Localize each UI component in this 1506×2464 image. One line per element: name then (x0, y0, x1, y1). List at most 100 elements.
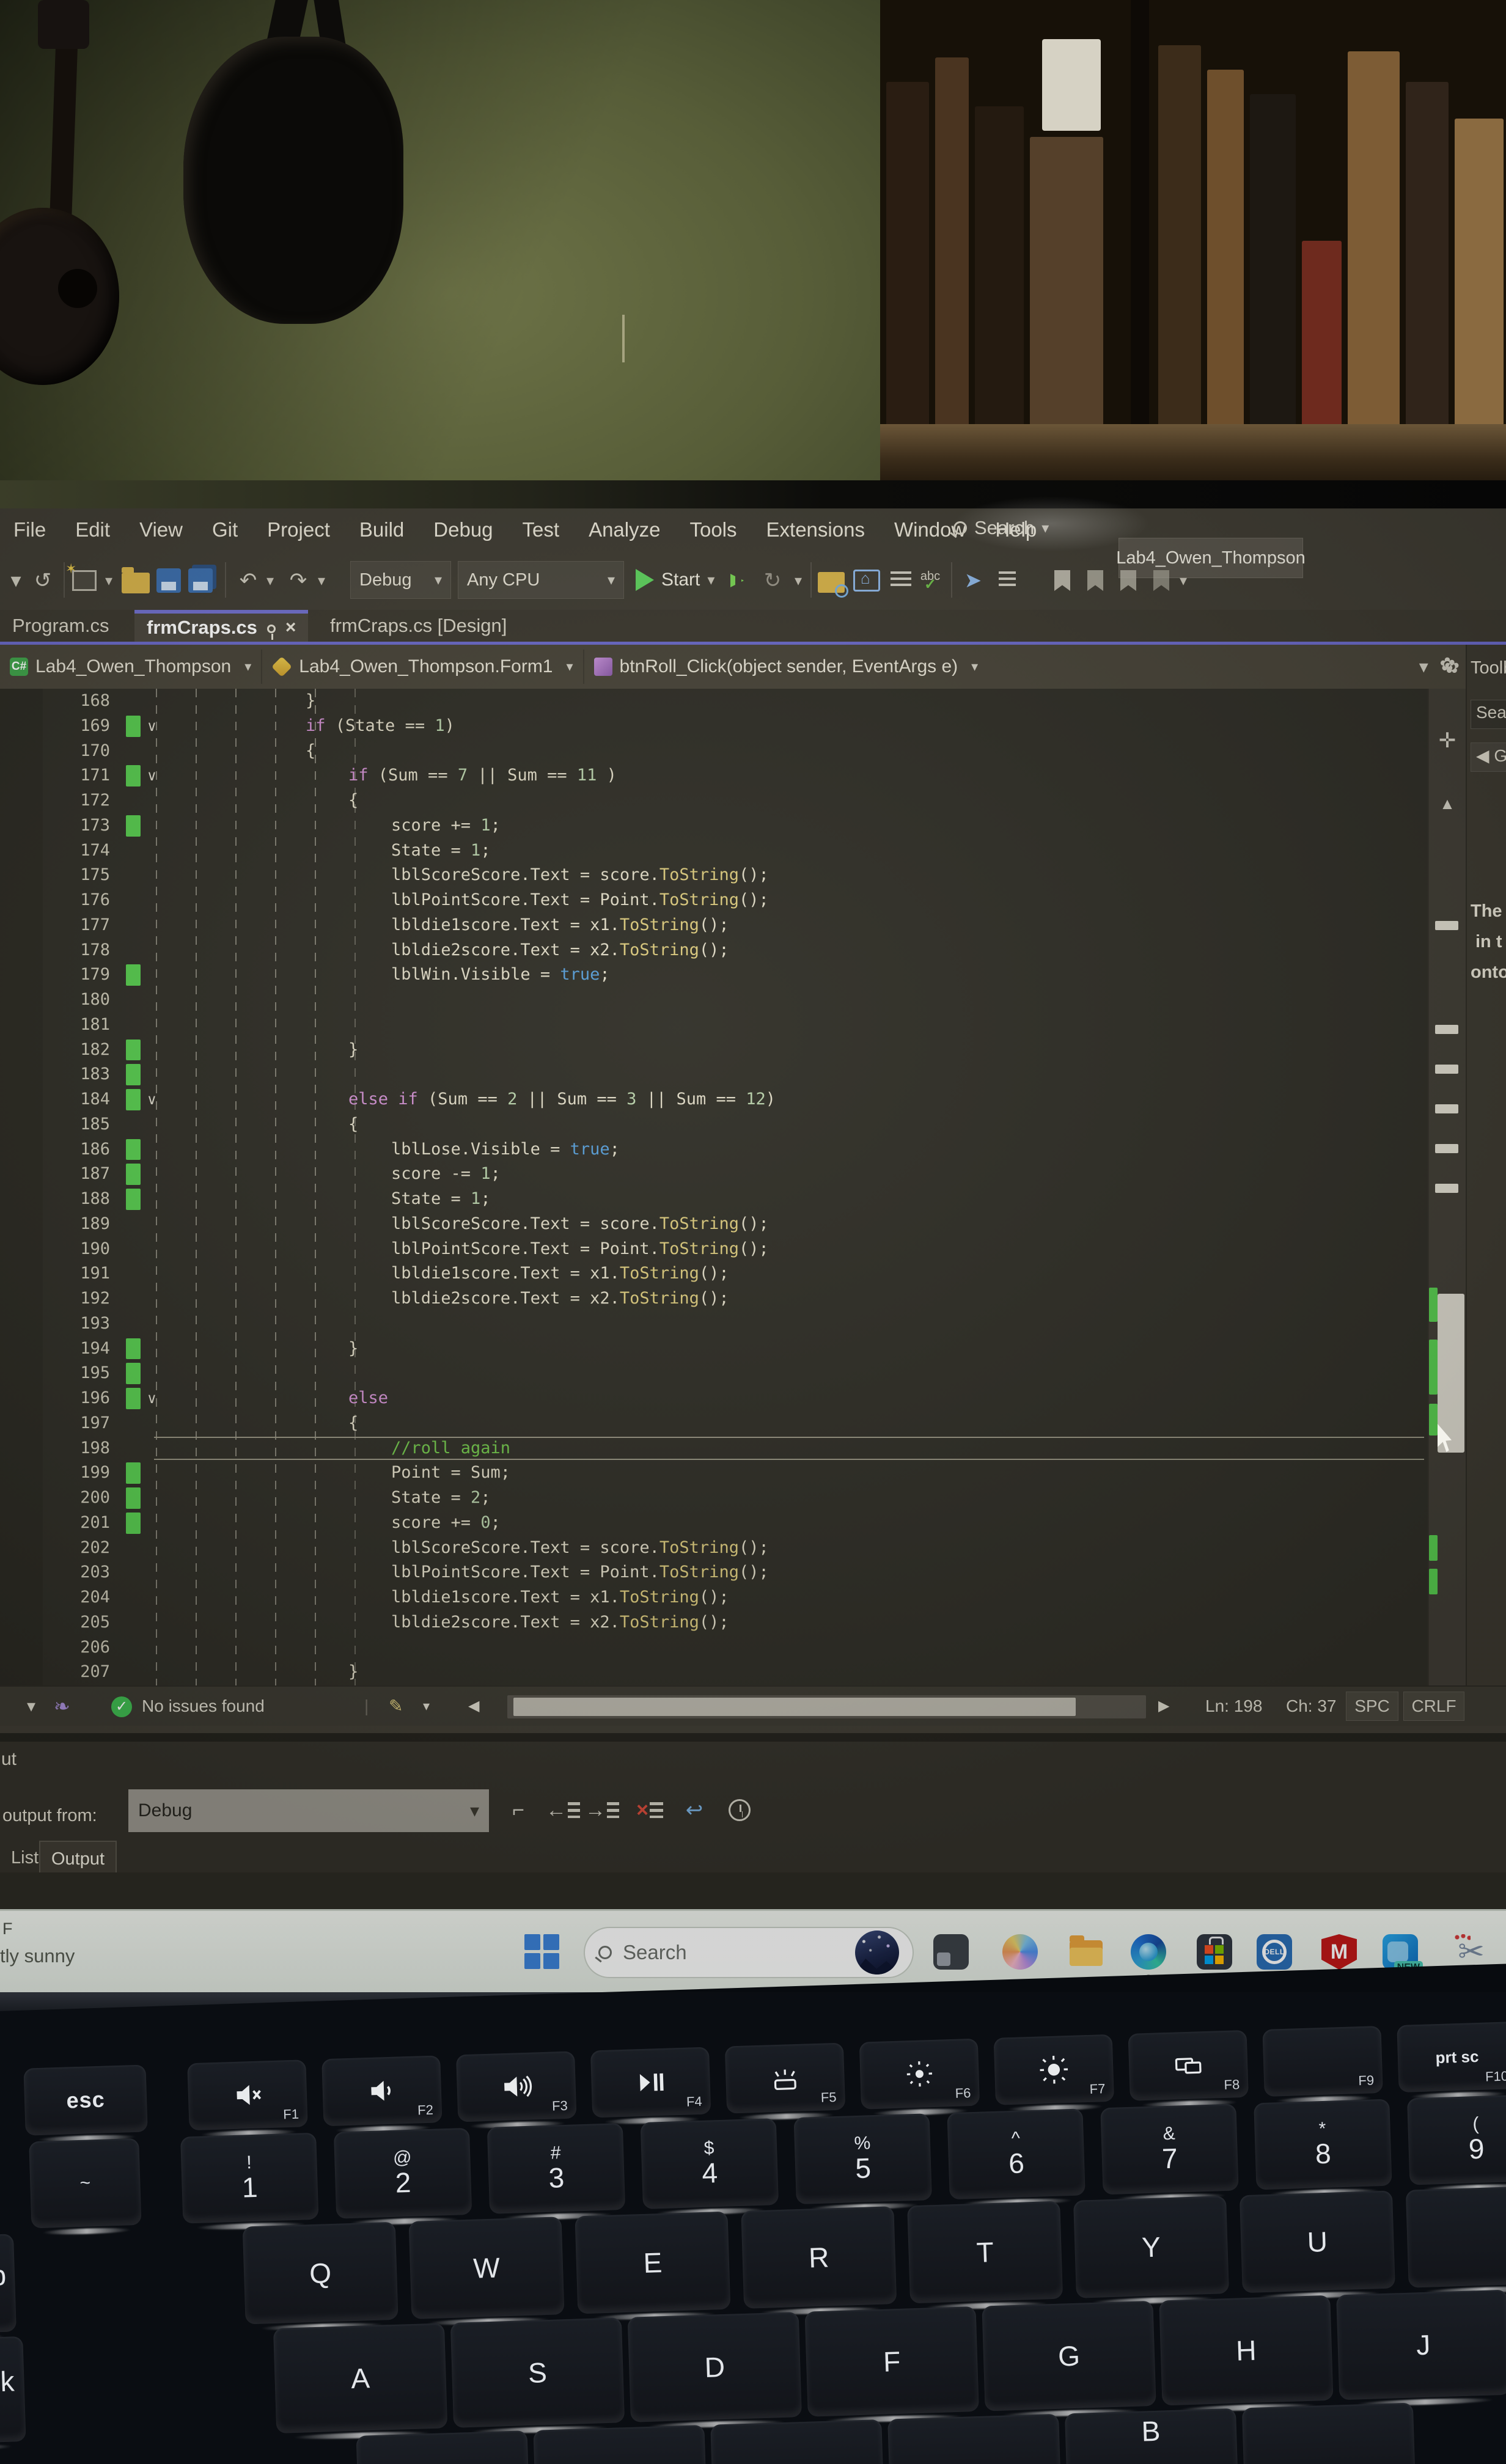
search-menu[interactable]: Search ▾ (953, 517, 1049, 539)
key-capslock-partial[interactable]: k (0, 2336, 26, 2446)
new-project-icon[interactable] (68, 565, 100, 596)
key-6[interactable]: ^6 (947, 2108, 1085, 2199)
tab-frmcraps-cs[interactable]: frmCraps.cs× (134, 610, 308, 642)
status-spaces[interactable]: SPC (1346, 1692, 1398, 1721)
key-G[interactable]: G (982, 2301, 1156, 2411)
code-line-168[interactable]: 168} (0, 689, 1428, 714)
key-F8[interactable]: F8 (1128, 2030, 1249, 2101)
key-D[interactable]: D (628, 2312, 802, 2422)
code-line-200[interactable]: 200State = 2; (0, 1486, 1428, 1511)
copilot-icon[interactable] (1002, 1934, 1038, 1970)
redo-caret[interactable]: ▾ (313, 565, 330, 596)
key-~[interactable]: ~ (29, 2138, 141, 2229)
menu-build[interactable]: Build (359, 518, 404, 541)
code-line-199[interactable]: 199Point = Sum; (0, 1461, 1428, 1486)
editor-vertical-scrollbar[interactable] (1428, 689, 1466, 1685)
code-line-189[interactable]: 189lblScoreScore.Text = score.ToString()… (0, 1212, 1428, 1237)
start-button[interactable] (524, 1934, 560, 1970)
code-line-177[interactable]: 177lbldie1score.Text = x1.ToString(); (0, 913, 1428, 938)
start-debug-button[interactable]: Start ▾ (636, 561, 714, 599)
microsoft-store-icon[interactable] (1197, 1934, 1232, 1970)
key-1[interactable]: !1 (180, 2133, 318, 2224)
collapse-icon[interactable]: ∨ (147, 1087, 157, 1112)
app-window-icon[interactable] (933, 1934, 969, 1970)
key-S[interactable]: S (450, 2317, 625, 2428)
output-source-dropdown[interactable]: Debug▾ (128, 1789, 489, 1832)
key-F5[interactable]: F5 (725, 2043, 845, 2114)
bookmark-list-icon[interactable] (1145, 565, 1177, 596)
menu-debug[interactable]: Debug (433, 518, 493, 541)
code-line-185[interactable]: 185{ (0, 1112, 1428, 1137)
key-W[interactable]: W (409, 2216, 565, 2319)
save-all-icon[interactable] (185, 565, 216, 596)
bookmark-icon[interactable] (1046, 565, 1078, 596)
key-F9[interactable]: F9 (1262, 2026, 1383, 2097)
code-line-173[interactable]: 173score += 1; (0, 813, 1428, 838)
timestamp-icon[interactable] (722, 1793, 757, 1827)
code-line-204[interactable]: 204lbldie1score.Text = x1.ToString(); (0, 1585, 1428, 1610)
menu-git[interactable]: Git (212, 518, 238, 541)
key-bottom-partial[interactable] (533, 2425, 707, 2464)
code-line-179[interactable]: 179lblWin.Visible = true; (0, 963, 1428, 988)
outlook-icon[interactable]: NEW (1383, 1934, 1418, 1970)
code-line-171[interactable]: 171∨if (Sum == 7 || Sum == 11 ) (0, 763, 1428, 788)
key-tab-partial[interactable]: ab (0, 2234, 17, 2335)
collapse-icon[interactable]: ∨ (147, 1386, 157, 1410)
code-line-202[interactable]: 202lblScoreScore.Text = score.ToString()… (0, 1536, 1428, 1561)
key-F4[interactable]: F4 (590, 2047, 711, 2118)
code-line-170[interactable]: 170{ (0, 739, 1428, 764)
code-line-172[interactable]: 172{ (0, 788, 1428, 813)
configuration-dropdown[interactable]: Debug▾ (350, 561, 451, 599)
pen-caret[interactable]: ▾ (423, 1687, 430, 1726)
chevron-down-icon[interactable]: ▾ (1419, 656, 1428, 678)
paste-list-icon[interactable] (991, 565, 1023, 596)
menu-project[interactable]: Project (267, 518, 330, 541)
key-Q[interactable]: Q (243, 2222, 399, 2325)
code-line-184[interactable]: 184∨else if (Sum == 2 || Sum == 3 || Sum… (0, 1087, 1428, 1112)
edge-browser-icon[interactable] (1131, 1934, 1166, 1970)
key-T[interactable]: T (907, 2201, 1063, 2304)
code-line-196[interactable]: 196∨else (0, 1386, 1428, 1411)
scroll-up-icon[interactable]: ▲ (1429, 794, 1466, 813)
redo-icon[interactable]: ↷ (282, 565, 314, 596)
key-5[interactable]: %5 (794, 2113, 932, 2204)
code-line-174[interactable]: 174State = 1; (0, 838, 1428, 864)
pin-icon[interactable] (267, 625, 276, 633)
key-3[interactable]: #3 (487, 2123, 625, 2214)
code-line-181[interactable]: 181 (0, 1013, 1428, 1038)
clear-indent-icon[interactable]: ⌐ (501, 1793, 535, 1827)
key-9[interactable]: (9 (1407, 2094, 1506, 2185)
toolbox-section-general[interactable]: ◀ Ge (1471, 743, 1506, 772)
breadcrumb-member[interactable]: btnRoll_Click(object sender, EventArgs e… (584, 650, 988, 684)
chevron-down-icon[interactable]: ▾ (27, 1687, 35, 1726)
mcafee-icon[interactable]: M (1321, 1934, 1357, 1970)
sort-lines-icon[interactable] (885, 565, 917, 596)
key-E[interactable]: E (575, 2212, 730, 2314)
code-line-182[interactable]: 182} (0, 1038, 1428, 1063)
key-7[interactable]: &7 (1100, 2103, 1238, 2194)
toolbox-panel[interactable]: Toolb Searc ◀ Ge The in t onto (1466, 645, 1506, 1685)
key-A[interactable]: A (273, 2323, 447, 2433)
key-i-partial[interactable] (1406, 2185, 1506, 2288)
find-in-files-icon[interactable] (815, 565, 847, 596)
code-line-190[interactable]: 190lblPointScore.Text = Point.ToString()… (0, 1237, 1428, 1262)
key-2[interactable]: @2 (334, 2128, 472, 2219)
taskbar-search[interactable]: Search (584, 1927, 914, 1978)
key-F6[interactable]: F6 (859, 2039, 980, 2110)
code-line-187[interactable]: 187score -= 1; (0, 1162, 1428, 1187)
key-R[interactable]: R (741, 2206, 897, 2309)
gear-icon[interactable]: ✿ (1429, 654, 1466, 675)
key-F7[interactable]: F7 (994, 2034, 1114, 2105)
menu-tools[interactable]: Tools (689, 518, 736, 541)
key-F[interactable]: F (805, 2306, 979, 2417)
code-line-201[interactable]: 201score += 0; (0, 1511, 1428, 1536)
horizontal-scrollbar[interactable] (507, 1695, 1146, 1718)
bookmark-prev-icon[interactable] (1079, 565, 1111, 596)
key-H[interactable]: H (1159, 2295, 1333, 2406)
weather-condition-fragment[interactable]: tly sunny (0, 1945, 75, 1967)
word-wrap-icon[interactable]: ↩ (677, 1793, 711, 1827)
code-line-207[interactable]: 207} (0, 1660, 1428, 1685)
key-F3[interactable]: F3 (456, 2051, 576, 2122)
code-line-169[interactable]: 169∨if (State == 1) (0, 714, 1428, 739)
key-U[interactable]: U (1240, 2191, 1395, 2294)
